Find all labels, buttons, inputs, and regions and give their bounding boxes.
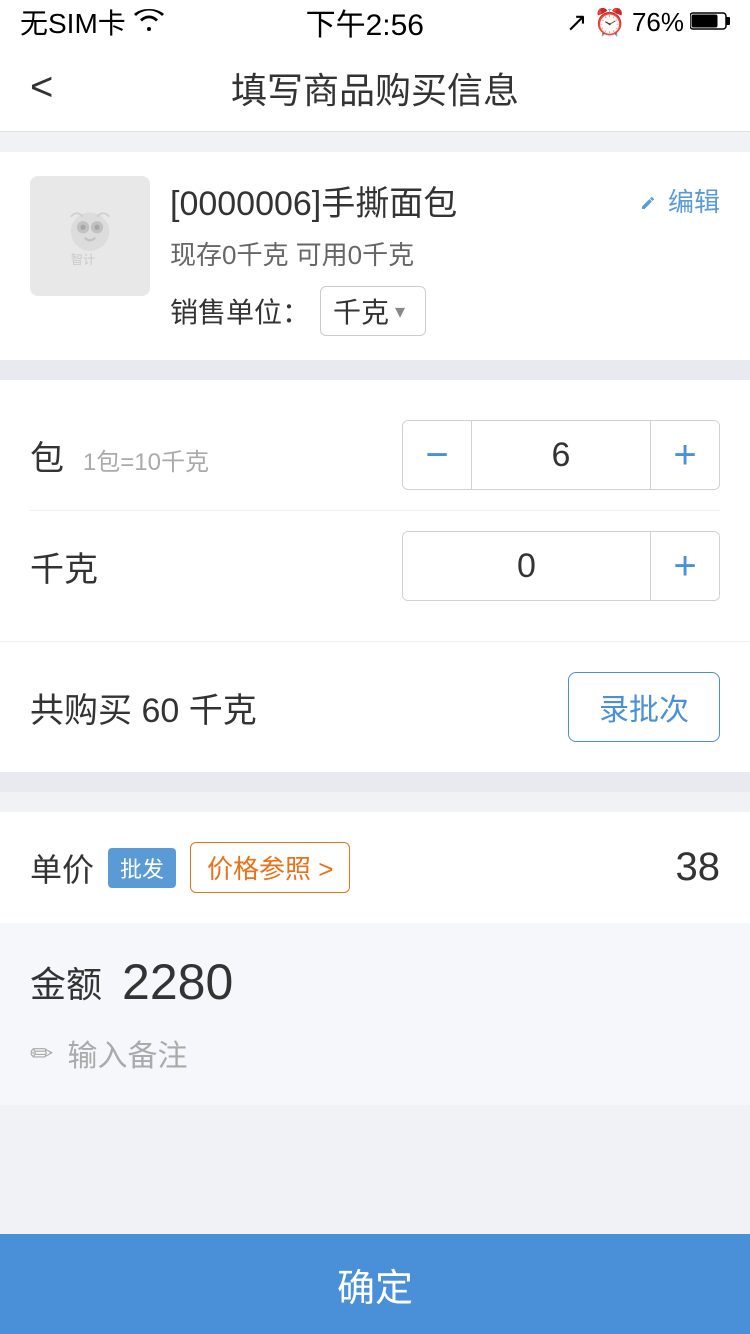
status-bar: 无SIM卡 下午2:56 ↗ ⏰ 76% [0, 0, 750, 44]
product-info: [0000006]手撕面包 编辑 现存0千克 可用0千克 销售单位： 千克 ▾ [170, 176, 720, 336]
unit-label: 销售单位： [170, 291, 310, 331]
product-name-row: [0000006]手撕面包 编辑 [170, 176, 720, 225]
price-ref-button[interactable]: 价格参照 > [190, 842, 350, 893]
dropdown-icon: ▾ [395, 299, 405, 324]
bao-label: 包 [30, 440, 64, 478]
record-batch-button[interactable]: 录批次 [568, 672, 720, 742]
product-name: [0000006]手撕面包 [170, 176, 457, 225]
price-row: 单价 批发 价格参照 > 38 [30, 842, 720, 893]
price-label: 单价 [30, 845, 94, 891]
section-separator-1 [0, 360, 750, 380]
location-icon: ↗ [566, 7, 588, 38]
status-time: 下午2:56 [306, 0, 424, 44]
wifi-icon [134, 6, 164, 38]
edit-button[interactable]: 编辑 [639, 182, 720, 219]
price-left: 单价 批发 价格参照 > [30, 842, 350, 893]
nav-bar: < 填写商品购买信息 [0, 44, 750, 132]
bao-qty-row: 包 1包=10千克 − + [30, 410, 720, 500]
bao-plus-button[interactable]: + [651, 421, 719, 489]
bao-minus-button[interactable]: − [403, 421, 471, 489]
section-separator-2 [0, 772, 750, 792]
battery-label: 76% [632, 7, 684, 38]
svg-text:智计: 智计 [71, 252, 96, 267]
status-right: ↗ ⏰ 76% [566, 7, 730, 38]
product-stock: 现存0千克 可用0千克 [170, 235, 720, 272]
confirm-label: 确定 [337, 1257, 413, 1312]
bao-qty-control: − + [402, 420, 720, 490]
price-section: 单价 批发 价格参照 > 38 [0, 812, 750, 923]
remark-label: 输入备注 [67, 1031, 187, 1075]
product-image: 智计 [30, 176, 150, 296]
pencil-icon: ✏ [30, 1037, 53, 1070]
kg-qty-row: 千克 + [30, 521, 720, 611]
unit-select[interactable]: 千克 ▾ [320, 286, 426, 336]
amount-label: 金额 [30, 956, 102, 1008]
confirm-button[interactable]: 确定 [0, 1234, 750, 1334]
amount-value: 2280 [122, 953, 233, 1011]
total-row: 共购买 60 千克 录批次 [0, 641, 750, 772]
kg-qty-input[interactable] [403, 532, 651, 600]
kg-qty-control: + [402, 531, 720, 601]
bao-qty-input[interactable] [471, 421, 651, 489]
back-button[interactable]: < [20, 55, 63, 120]
product-card: 智计 [0000006]手撕面包 编辑 现存0千克 可用0千克 销售单位： 千克… [0, 152, 750, 360]
remark-row[interactable]: ✏ 输入备注 [30, 1031, 720, 1075]
price-type-tag: 批发 [108, 848, 176, 888]
kg-plus-button[interactable]: + [651, 532, 719, 600]
bao-sublabel: 1包=10千克 [83, 449, 209, 476]
kg-label: 千克 [30, 542, 98, 591]
price-value: 38 [676, 845, 721, 890]
status-left: 无SIM卡 [20, 2, 164, 42]
total-label: 共购买 60 千克 [30, 683, 257, 732]
carrier-label: 无SIM卡 [20, 2, 126, 42]
page-title: 填写商品购买信息 [231, 62, 519, 114]
unit-row: 销售单位： 千克 ▾ [170, 286, 720, 336]
quantity-section: 包 1包=10千克 − + 千克 + [0, 380, 750, 641]
bottom-spacer [0, 1105, 750, 1205]
battery-icon [690, 7, 730, 38]
alarm-icon: ⏰ [594, 7, 626, 38]
amount-section: 金额 2280 ✏ 输入备注 [0, 923, 750, 1105]
bao-label-group: 包 1包=10千克 [30, 431, 209, 480]
amount-row: 金额 2280 [30, 953, 720, 1011]
qty-divider [30, 510, 720, 511]
